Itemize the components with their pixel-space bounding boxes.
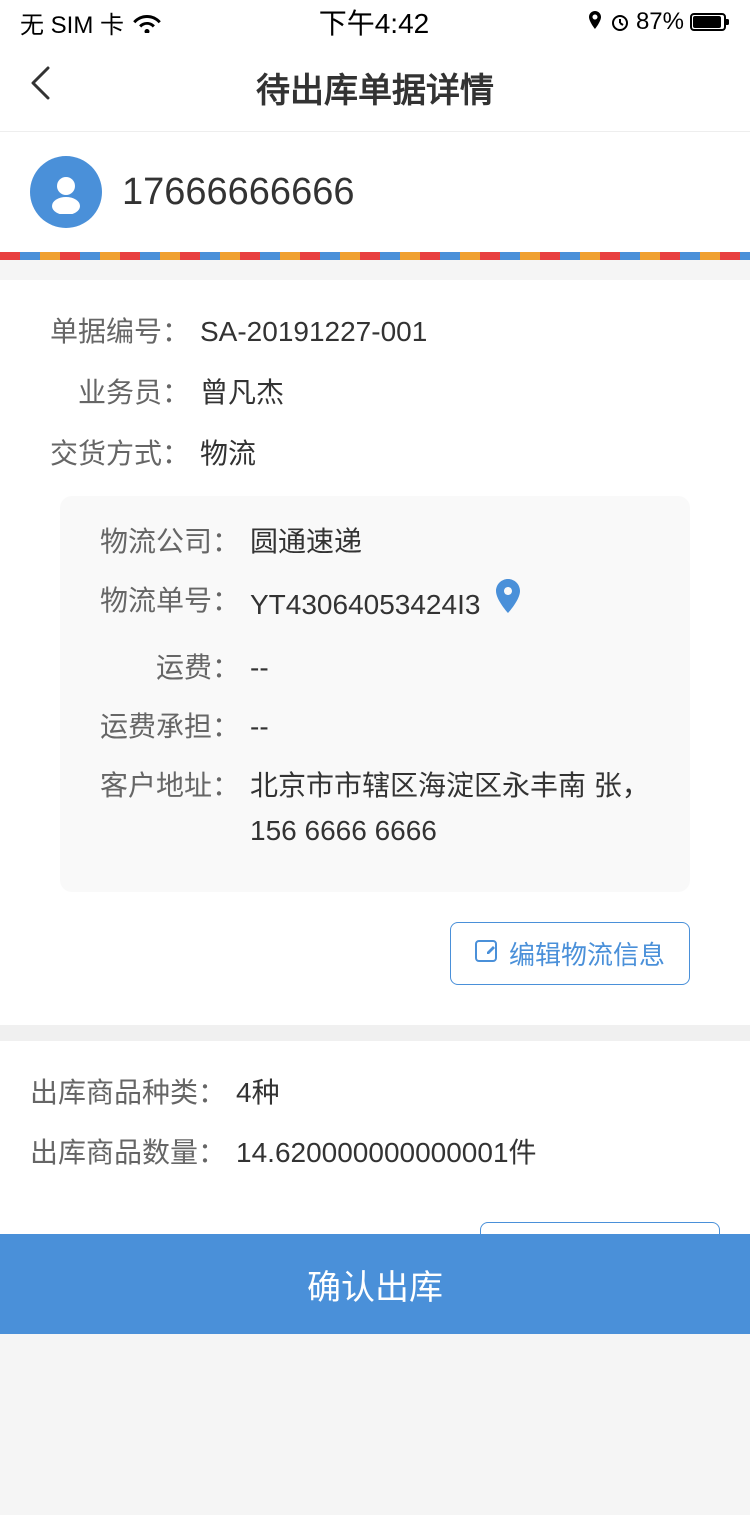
confirm-button-wrap: 确认出库 [0,1234,750,1334]
status-bar-left: 无 SIM 卡 [20,5,162,40]
wifi-icon [132,11,162,33]
logistics-freight-bear-label: 运费承担： [80,705,240,750]
logistics-tracking-value: YT43064053424I3 [250,579,670,632]
bottom-spacer [0,1315,750,1515]
logistics-freight-bear-value: -- [250,705,670,750]
sales-person-label: 业务员： [30,371,190,416]
delivery-method-label: 交货方式： [30,432,190,477]
status-bar-right: 87% [586,8,730,36]
logistics-freight-row: 运费： -- [80,646,670,691]
product-types-label: 出库商品种类： [30,1071,226,1116]
product-types-row: 出库商品种类： 4种 [30,1071,720,1116]
logistics-tracking-label: 物流单号： [80,579,240,624]
order-no-row: 单据编号： SA-20191227-001 [30,310,720,355]
product-types-value: 4种 [236,1071,720,1116]
logistics-card: 物流公司： 圆通速递 物流单号： YT43064053424I3 运费： -- … [60,496,690,891]
logistics-address-label: 客户地址： [80,764,240,809]
status-time: 下午4:42 [319,2,430,42]
logistics-address-row: 客户地址： 北京市市辖区海淀区永丰南 张，156 6666 6666 [80,764,670,854]
battery-icon [690,12,730,32]
logistics-tracking-row: 物流单号： YT43064053424I3 [80,579,670,632]
logistics-freight-bear-row: 运费承担： -- [80,705,670,750]
customer-phone: 17666666666 [122,171,354,214]
customer-section: 17666666666 [0,132,750,252]
battery-label: 87% [636,8,684,36]
dashed-divider [0,252,750,260]
page-title: 待出库单据详情 [256,63,494,112]
tracking-location-icon[interactable] [492,579,524,632]
alarm-icon [610,11,630,33]
order-no-label: 单据编号： [30,310,190,355]
product-quantity-label: 出库商品数量： [30,1131,226,1176]
sales-person-row: 业务员： 曾凡杰 [30,371,720,416]
product-quantity-row: 出库商品数量： 14.620000000000001件 [30,1131,720,1176]
logistics-address-value: 北京市市辖区海淀区永丰南 张，156 6666 6666 [250,764,670,854]
avatar [30,156,102,228]
separator-1 [0,1025,750,1041]
logistics-freight-value: -- [250,646,670,691]
location-status-icon [586,11,604,33]
back-button[interactable] [20,56,60,119]
logistics-freight-label: 运费： [80,646,240,691]
order-info-section: 单据编号： SA-20191227-001 业务员： 曾凡杰 交货方式： 物流 … [0,280,750,1025]
delivery-method-row: 交货方式： 物流 [30,432,720,477]
product-quantity-value: 14.620000000000001件 [236,1131,720,1176]
edit-logistics-section: 编辑物流信息 [30,912,720,1005]
nav-bar: 待出库单据详情 [0,44,750,132]
sales-person-value: 曾凡杰 [200,371,720,416]
confirm-outbound-button[interactable]: 确认出库 [307,1260,443,1309]
logistics-company-row: 物流公司： 圆通速递 [80,520,670,565]
delivery-method-value: 物流 [200,432,720,477]
logistics-company-label: 物流公司： [80,520,240,565]
product-section: 出库商品种类： 4种 出库商品数量： 14.620000000000001件 [0,1041,750,1213]
order-no-value: SA-20191227-001 [200,310,720,355]
logistics-company-value: 圆通速递 [250,520,670,565]
edit-icon [475,940,501,966]
carrier-label: 无 SIM 卡 [20,5,124,40]
status-bar: 无 SIM 卡 下午4:42 87% [0,0,750,44]
edit-logistics-button[interactable]: 编辑物流信息 [450,922,690,985]
